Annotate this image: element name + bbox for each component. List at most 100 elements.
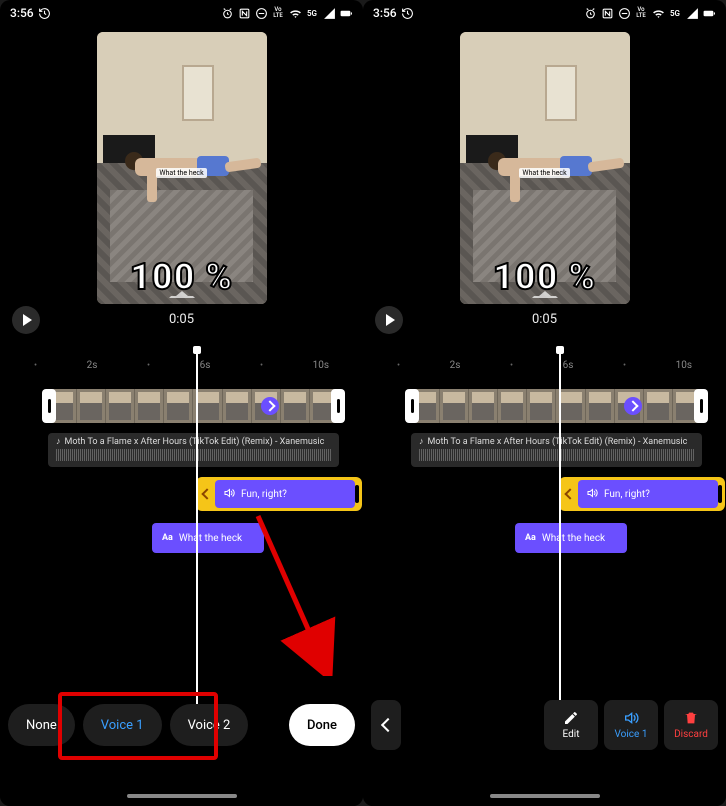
battery-icon — [339, 6, 353, 20]
text-clip[interactable]: Aa What the heck — [515, 523, 627, 553]
edit-button[interactable]: Edit — [544, 700, 598, 750]
speaker-icon — [223, 487, 235, 502]
chevron-left-icon[interactable] — [199, 480, 215, 508]
playhead[interactable] — [559, 350, 561, 726]
audio-clip[interactable]: ♪ Moth To a Flame x After Hours (TikTok E… — [48, 433, 339, 467]
time-ruler: •2s•6s•10s — [363, 360, 726, 371]
overlay-caption: What the heck — [156, 168, 206, 178]
voice-clip-label: Fun, right? — [241, 489, 287, 500]
timestamp-label: 0:05 — [532, 312, 557, 327]
clip-handle-right[interactable] — [694, 389, 708, 423]
text-icon: Aa — [525, 533, 536, 543]
volte-icon: VoLTE — [634, 6, 648, 20]
audio-clip[interactable]: ♪ Moth To a Flame x After Hours (TikTok E… — [411, 433, 702, 467]
text-clip-label: What the heck — [179, 533, 242, 544]
wifi-icon — [288, 6, 302, 20]
voice-none-button[interactable]: None — [8, 704, 75, 746]
back-button[interactable] — [371, 700, 401, 750]
audio-track[interactable]: ♪ Moth To a Flame x After Hours (TikTok E… — [12, 433, 351, 467]
alarm-icon — [583, 6, 597, 20]
status-time: 3:56 — [10, 6, 34, 20]
overlay-caption: What the heck — [519, 168, 569, 178]
speaker-icon — [586, 487, 598, 502]
percent-overlay: 100 % — [130, 256, 233, 298]
history-icon — [401, 6, 415, 20]
wifi-icon — [651, 6, 665, 20]
transition-icon[interactable] — [624, 397, 642, 415]
dnd-icon — [254, 6, 268, 20]
voice-clip[interactable]: Fun, right? — [559, 477, 725, 511]
nfc-icon — [600, 6, 614, 20]
discard-button[interactable]: Discard — [664, 700, 718, 750]
status-bar: 3:56 VoLTE 5G — [0, 0, 363, 24]
time-ruler: •2s•6s•10s — [0, 360, 363, 371]
waveform-icon — [419, 449, 694, 461]
voice1-label: Voice 1 — [615, 729, 648, 740]
text-icon: Aa — [162, 533, 173, 543]
signal-icon — [322, 6, 336, 20]
voice-options-bar: None Voice 1 Voice 2 Done — [8, 700, 355, 750]
audio-track[interactable]: ♪ Moth To a Flame x After Hours (TikTok E… — [375, 433, 714, 467]
trash-icon — [683, 710, 699, 726]
playhead[interactable] — [196, 350, 198, 726]
audio-title-label: Moth To a Flame x After Hours (TikTok Ed… — [65, 437, 325, 447]
voice-1-button[interactable]: Voice 1 — [83, 704, 162, 746]
music-note-icon: ♪ — [56, 436, 61, 447]
video-thumbnail[interactable]: What the heck 100 % — [460, 32, 630, 304]
voice-track[interactable]: Fun, right? — [12, 477, 351, 513]
video-track[interactable] — [375, 389, 714, 423]
voice-clip[interactable]: Fun, right? — [196, 477, 362, 511]
voice-1-button[interactable]: Voice 1 — [604, 700, 658, 750]
transition-icon[interactable] — [261, 397, 279, 415]
timestamp-label: 0:05 — [169, 312, 194, 327]
clip-handle-right[interactable] — [331, 389, 345, 423]
text-clip-label: What the heck — [542, 533, 605, 544]
audio-title-label: Moth To a Flame x After Hours (TikTok Ed… — [428, 437, 688, 447]
video-preview: What the heck 100 % 0:05 — [0, 24, 363, 346]
clip-actions-bar: Edit Voice 1 Discard — [371, 700, 718, 750]
5g-icon: 5G — [668, 6, 682, 20]
video-preview: What the heck 100 % 0:05 — [363, 24, 726, 346]
voice-handle-right[interactable] — [718, 485, 722, 503]
waveform-icon — [56, 449, 331, 461]
voice-handle-right[interactable] — [355, 485, 359, 503]
voice-clip-label: Fun, right? — [604, 489, 650, 500]
discard-label: Discard — [674, 729, 708, 740]
voice-2-button[interactable]: Voice 2 — [170, 704, 249, 746]
status-bar: 3:56 VoLTE 5G — [363, 0, 726, 24]
phone-right: 3:56 VoLTE 5G — [363, 0, 726, 806]
voice-track[interactable]: Fun, right? — [375, 477, 714, 513]
edit-label: Edit — [563, 729, 580, 740]
text-clip[interactable]: Aa What the heck — [152, 523, 264, 553]
clip-handle-left[interactable] — [405, 389, 419, 423]
phone-left: 3:56 VoLTE 5G — [0, 0, 363, 806]
nfc-icon — [237, 6, 251, 20]
battery-icon — [702, 6, 716, 20]
5g-icon: 5G — [305, 6, 319, 20]
video-thumbnail[interactable]: What the heck 100 % — [97, 32, 267, 304]
chevron-left-icon[interactable] — [562, 480, 578, 508]
volte-icon: VoLTE — [271, 6, 285, 20]
text-track[interactable]: Aa What the heck — [375, 523, 714, 555]
play-button[interactable] — [12, 306, 40, 334]
signal-icon — [685, 6, 699, 20]
timeline[interactable]: •2s•6s•10s ♪ Moth To a Flame x After Hour… — [363, 346, 726, 806]
text-track[interactable]: Aa What the heck — [12, 523, 351, 555]
play-button[interactable] — [375, 306, 403, 334]
speaker-icon — [623, 710, 639, 726]
pencil-icon — [563, 710, 579, 726]
clip-handle-left[interactable] — [42, 389, 56, 423]
home-indicator[interactable] — [127, 794, 237, 798]
history-icon — [38, 6, 52, 20]
alarm-icon — [220, 6, 234, 20]
home-indicator[interactable] — [490, 794, 600, 798]
video-clip[interactable] — [411, 389, 702, 423]
status-time: 3:56 — [373, 6, 397, 20]
percent-overlay: 100 % — [493, 256, 596, 298]
timeline[interactable]: •2s•6s•10s ♪ Moth To a Flame x After Hour… — [0, 346, 363, 806]
done-button[interactable]: Done — [289, 704, 355, 746]
music-note-icon: ♪ — [419, 436, 424, 447]
video-clip[interactable] — [48, 389, 339, 423]
video-track[interactable] — [12, 389, 351, 423]
dnd-icon — [617, 6, 631, 20]
